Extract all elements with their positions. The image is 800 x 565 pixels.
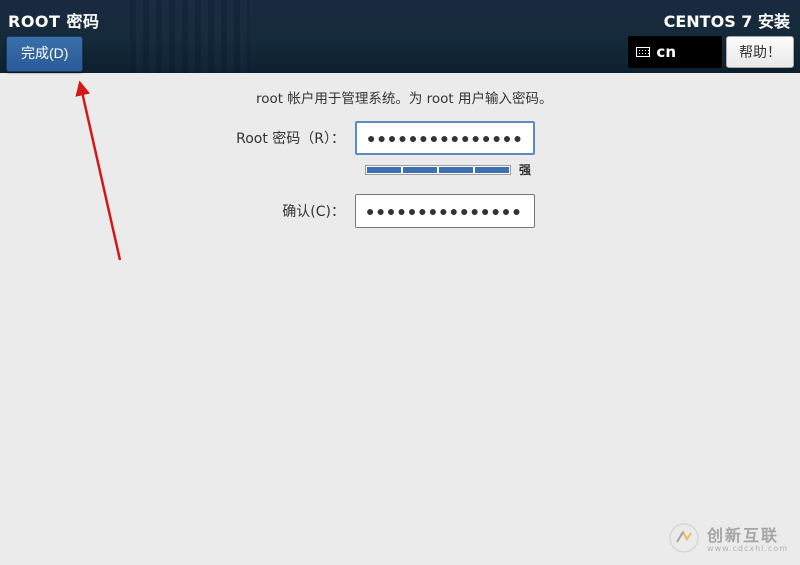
confirm-row: 确认(C)：: [0, 194, 800, 228]
strength-label: 强: [519, 161, 531, 178]
confirm-password-input[interactable]: [355, 194, 535, 228]
watermark-text-group: 创新互联 www.cdcxhl.com: [707, 522, 788, 553]
watermark-subtitle: www.cdcxhl.com: [707, 544, 788, 553]
password-row: Root 密码（R）：: [0, 121, 800, 155]
installer-header: ROOT 密码 完成(D) CENTOS 7 安装 cn 帮助！: [0, 0, 800, 73]
header-controls: cn 帮助！: [628, 36, 794, 68]
header-left-group: ROOT 密码 完成(D): [6, 6, 100, 73]
done-button[interactable]: 完成(D): [6, 36, 83, 72]
strength-segment: [367, 167, 401, 173]
password-label: Root 密码（R）：: [0, 128, 355, 148]
strength-segment: [403, 167, 437, 173]
watermark-logo-icon: [669, 523, 699, 553]
installer-title: CENTOS 7 安装: [664, 6, 794, 36]
password-strength-meter: [365, 165, 511, 175]
keyboard-layout-text: cn: [656, 43, 676, 61]
watermark-text: 创新互联: [707, 522, 788, 546]
confirm-label: 确认(C)：: [0, 201, 355, 221]
password-strength-row: 强: [365, 161, 800, 178]
root-password-input[interactable]: [355, 121, 535, 155]
keyboard-layout-indicator[interactable]: cn: [628, 36, 722, 68]
form-description: root 帐户用于管理系统。为 root 用户输入密码。: [256, 87, 800, 107]
page-title: ROOT 密码: [6, 6, 100, 36]
header-right-group: CENTOS 7 安装 cn 帮助！: [628, 6, 794, 73]
strength-segment: [439, 167, 473, 173]
keyboard-icon: [636, 47, 650, 57]
content-area: root 帐户用于管理系统。为 root 用户输入密码。 Root 密码（R）：…: [0, 73, 800, 228]
header-texture: [130, 0, 250, 73]
watermark: 创新互联 www.cdcxhl.com: [669, 522, 788, 553]
strength-segment: [475, 167, 509, 173]
help-button[interactable]: 帮助！: [726, 36, 794, 68]
